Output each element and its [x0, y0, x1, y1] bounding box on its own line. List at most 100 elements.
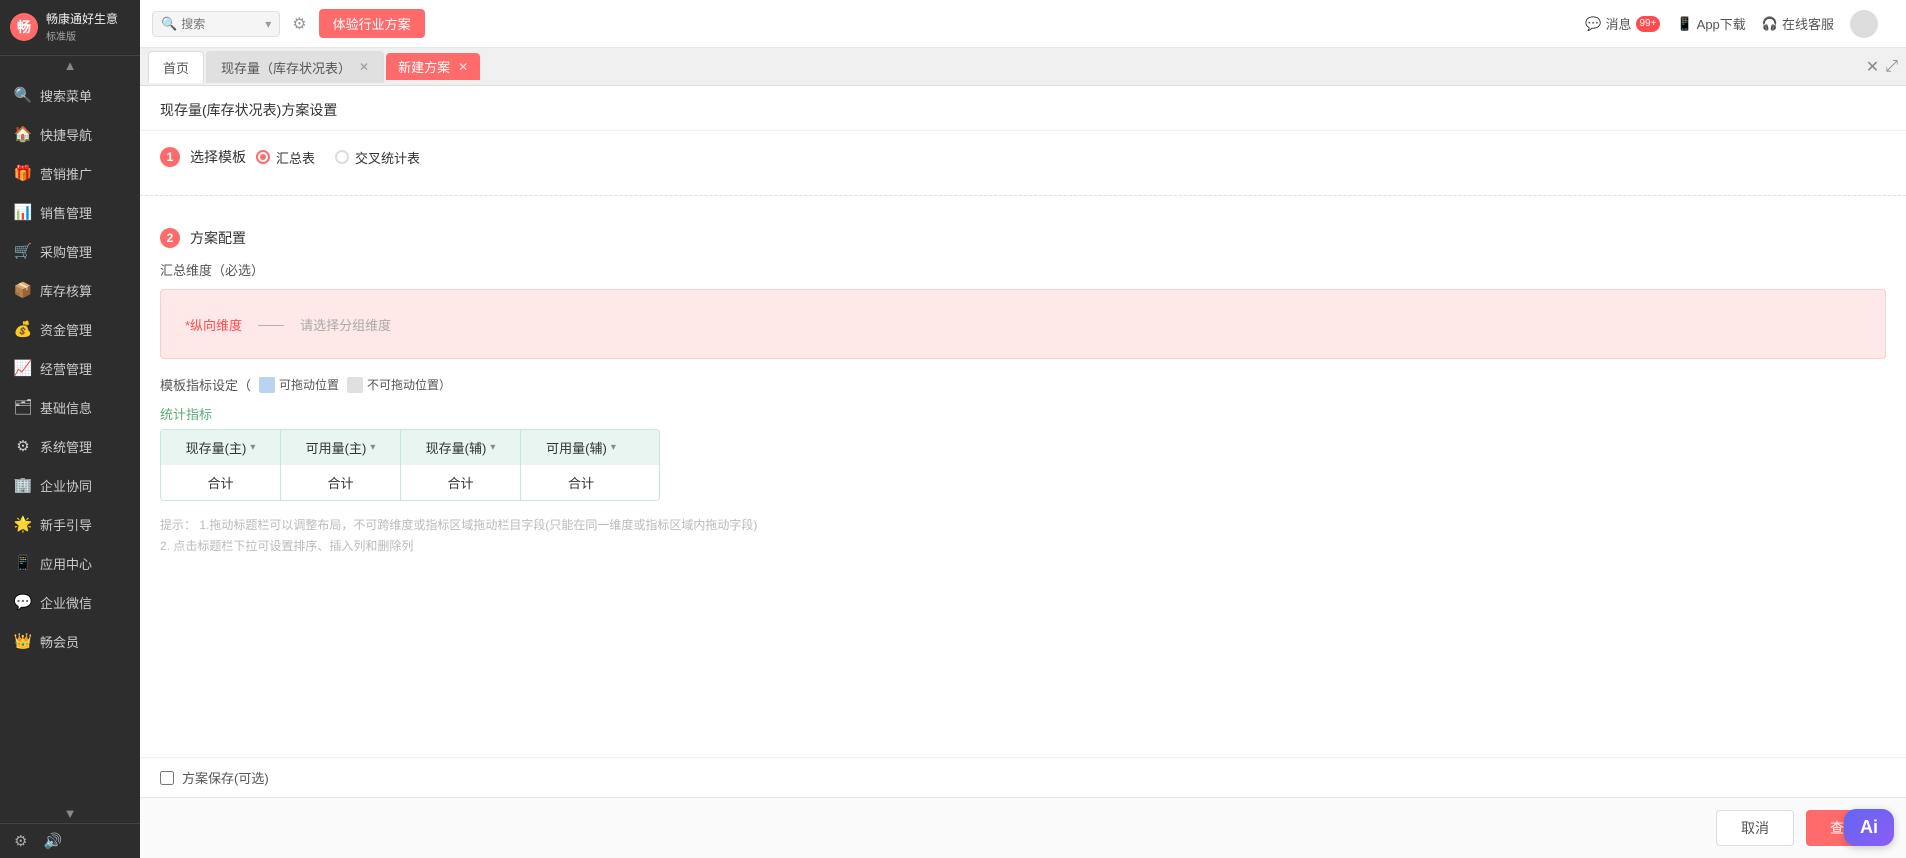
- radio-summary[interactable]: 汇总表: [256, 148, 315, 167]
- marketing-icon: 🎁: [14, 164, 32, 182]
- topbar: 🔍 ▾ ⚙ 体验行业方案 💬 消息 99+ 📱 App下载 🎧 在线客服: [140, 0, 1906, 48]
- stats-data-col-2: 合计: [401, 465, 521, 500]
- service-icon: 🎧: [1762, 16, 1778, 32]
- step2-section: 2 方案配置 汇总维度（必选） *纵向维度 —— 请选择分组维度 模板指标设定（…: [140, 212, 1906, 574]
- sidebar-item-app-center[interactable]: 📱 应用中心: [0, 544, 140, 583]
- tab-home[interactable]: 首页: [148, 51, 204, 83]
- sidebar-item-label: 企业协同: [40, 476, 92, 495]
- no-drag-box-icon: [347, 377, 363, 393]
- app-logo-icon: 畅: [10, 13, 38, 41]
- sidebar-item-system[interactable]: ⚙ 系统管理: [0, 427, 140, 466]
- save-label: 方案保存(可选): [182, 768, 269, 787]
- step1-header: 1 选择模板 汇总表 交叉统计表: [160, 147, 1886, 167]
- tab-inventory-close-icon[interactable]: ✕: [359, 60, 369, 74]
- wechat-icon: 💬: [14, 593, 32, 611]
- tab-close-all-btn[interactable]: ✕: [1866, 57, 1879, 77]
- message-icon: 💬: [1585, 16, 1601, 32]
- system-icon: ⚙: [14, 437, 32, 455]
- no-drag-position-label: 不可拖动位置）: [347, 376, 451, 393]
- step1-badge: 1: [160, 147, 180, 167]
- tab-new-scheme-close-icon[interactable]: ✕: [458, 60, 468, 74]
- sidebar-item-label: 基础信息: [40, 398, 92, 417]
- purchase-icon: 🛒: [14, 242, 32, 260]
- message-badge: 99+: [1636, 16, 1661, 32]
- sidebar-bottom: ⚙ 🔊: [0, 823, 140, 858]
- stats-data-col-0: 合计: [161, 465, 281, 500]
- vip-icon: 👑: [14, 632, 32, 650]
- app-center-icon: 📱: [14, 554, 32, 572]
- sidebar-item-search-menu[interactable]: 🔍 搜索菜单: [0, 76, 140, 115]
- newcomer-icon: 🌟: [14, 515, 32, 533]
- col0-chevron-icon[interactable]: ▾: [250, 442, 255, 453]
- sidebar: 畅 畅康通好生意 标准版 ▲ 🔍 搜索菜单 🏠 快捷导航 🎁 营销推广 📊 销售…: [0, 0, 140, 858]
- sidebar-item-sales[interactable]: 📊 销售管理: [0, 193, 140, 232]
- stats-title: 统计指标: [160, 404, 1886, 423]
- message-btn[interactable]: 💬 消息 99+: [1585, 14, 1660, 33]
- search-menu-icon: 🔍: [14, 86, 32, 104]
- indicator-config: 模板指标设定（ 可拖动位置 不可拖动位置） 统计指标: [160, 375, 1886, 554]
- trial-btn[interactable]: 体验行业方案: [319, 9, 425, 38]
- sidebar-item-vip[interactable]: 👑 畅会员: [0, 622, 140, 661]
- sidebar-item-quick-nav[interactable]: 🏠 快捷导航: [0, 115, 140, 154]
- col2-chevron-icon[interactable]: ▾: [490, 442, 495, 453]
- sidebar-item-label: 企业微信: [40, 593, 92, 612]
- col3-chevron-icon[interactable]: ▾: [611, 442, 616, 453]
- search-box[interactable]: 🔍 ▾: [152, 11, 280, 37]
- drag-box-icon: [259, 377, 275, 393]
- quick-nav-icon: 🏠: [14, 125, 32, 143]
- sidebar-item-marketing[interactable]: 🎁 营销推广: [0, 154, 140, 193]
- online-service-btn[interactable]: 🎧 在线客服: [1762, 14, 1834, 33]
- sidebar-scroll-down[interactable]: ▼: [0, 803, 140, 823]
- sidebar-scroll-up[interactable]: ▲: [0, 56, 140, 76]
- sidebar-item-business[interactable]: 📈 经营管理: [0, 349, 140, 388]
- tab-new-scheme-label: 新建方案: [398, 57, 450, 76]
- tip-1: 提示： 1.拖动标题栏可以调整布局，不可跨维度或指标区域拖动栏目字段(只能在同一…: [160, 516, 1886, 533]
- settings-icon[interactable]: ⚙: [14, 832, 27, 850]
- sidebar-item-newcomer[interactable]: 🌟 新手引导: [0, 505, 140, 544]
- radio-summary-circle[interactable]: [256, 150, 270, 164]
- main-area: 🔍 ▾ ⚙ 体验行业方案 💬 消息 99+ 📱 App下载 🎧 在线客服: [140, 0, 1906, 858]
- sidebar-item-basic-info[interactable]: 🗂 基础信息: [0, 388, 140, 427]
- stats-data-col-3: 合计: [521, 465, 641, 500]
- footer-bar: 取消 查询: [140, 797, 1906, 858]
- user-avatar[interactable]: [1850, 10, 1878, 38]
- stats-col-3[interactable]: 可用量(辅) ▾: [521, 430, 641, 465]
- volume-icon[interactable]: 🔊: [43, 832, 62, 850]
- radio-cross[interactable]: 交叉统计表: [335, 148, 420, 167]
- sidebar-item-wechat[interactable]: 💬 企业微信: [0, 583, 140, 622]
- gear-icon[interactable]: ⚙: [292, 14, 306, 34]
- radio-cross-circle[interactable]: [335, 150, 349, 164]
- stats-col-2[interactable]: 现存量(辅) ▾: [401, 430, 521, 465]
- sidebar-item-inventory[interactable]: 📦 库存核算: [0, 271, 140, 310]
- step2-badge: 2: [160, 228, 180, 248]
- sidebar-item-company[interactable]: 🏢 企业协同: [0, 466, 140, 505]
- col1-chevron-icon[interactable]: ▾: [370, 442, 375, 453]
- app-icon: 📱: [1676, 16, 1692, 32]
- stats-col-1[interactable]: 可用量(主) ▾: [281, 430, 401, 465]
- stats-data-col-1: 合计: [281, 465, 401, 500]
- page-title: 现存量(库存状况表)方案设置: [140, 86, 1906, 131]
- step2-title: 方案配置: [190, 228, 246, 248]
- cancel-button[interactable]: 取消: [1716, 810, 1794, 846]
- sidebar-nav: 🔍 搜索菜单 🏠 快捷导航 🎁 营销推广 📊 销售管理 🛒 采购管理 📦 库存核…: [0, 76, 140, 803]
- step1-section: 1 选择模板 汇总表 交叉统计表: [140, 131, 1906, 195]
- tab-new-scheme[interactable]: 新建方案 ✕: [386, 53, 480, 80]
- app-download-btn[interactable]: 📱 App下载: [1676, 14, 1745, 33]
- tab-inventory-status[interactable]: 现存量（库存状况表） ✕: [206, 51, 384, 83]
- tab-expand-btn[interactable]: ⤢: [1885, 57, 1898, 77]
- radio-summary-label: 汇总表: [276, 148, 315, 167]
- topbar-right: 💬 消息 99+ 📱 App下载 🎧 在线客服: [1585, 10, 1894, 38]
- search-dropdown-icon[interactable]: ▾: [265, 17, 271, 31]
- content-area: 现存量(库存状况表)方案设置 1 选择模板 汇总表 交叉统计表: [140, 86, 1906, 797]
- tip-2: 2. 点击标题栏下拉可设置排序、插入列和删除列: [160, 537, 1886, 554]
- save-checkbox[interactable]: [160, 771, 174, 785]
- dimension-area[interactable]: *纵向维度 —— 请选择分组维度: [160, 289, 1886, 359]
- search-input[interactable]: [181, 17, 261, 31]
- stats-col-0[interactable]: 现存量(主) ▾: [161, 430, 281, 465]
- sidebar-item-label: 应用中心: [40, 554, 92, 573]
- app-edition: 标准版: [46, 28, 118, 43]
- sidebar-item-finance[interactable]: 💰 资金管理: [0, 310, 140, 349]
- sidebar-item-purchase[interactable]: 🛒 采购管理: [0, 232, 140, 271]
- ai-fab-button[interactable]: Ai: [1844, 809, 1894, 846]
- indicator-config-title: 模板指标设定（ 可拖动位置 不可拖动位置）: [160, 375, 1886, 394]
